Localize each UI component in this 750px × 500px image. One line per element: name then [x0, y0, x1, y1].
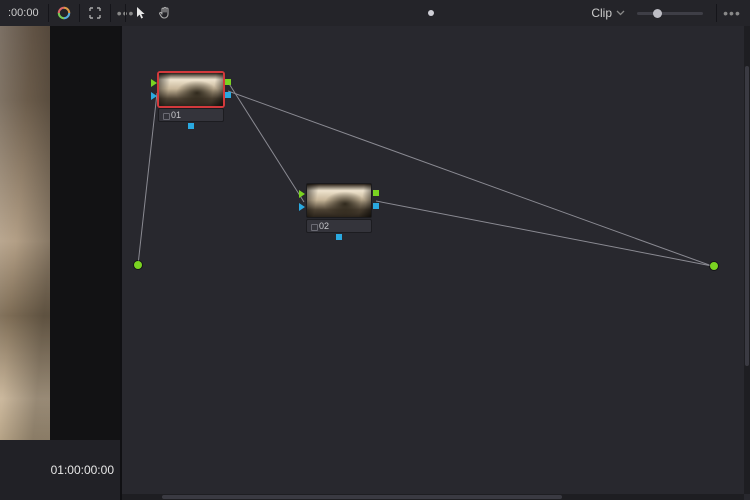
graph-mode-dropdown[interactable]: Clip	[589, 6, 627, 20]
expand-icon	[88, 6, 102, 20]
highlight-button[interactable]	[83, 1, 107, 25]
hand-icon	[158, 6, 172, 20]
zoom-slider-handle[interactable]	[653, 9, 662, 18]
toolbar-right: Clip •••	[589, 0, 750, 26]
node-thumbnail	[158, 72, 224, 107]
node-output-key[interactable]	[373, 203, 379, 209]
graph-more-button[interactable]: •••	[720, 1, 744, 25]
node-output-rgb[interactable]	[373, 190, 379, 196]
node-input-rgb[interactable]	[151, 79, 157, 87]
node-01[interactable]: 01	[158, 72, 224, 122]
zoom-slider[interactable]	[637, 12, 703, 15]
color-wheel-icon	[57, 6, 71, 20]
node-02[interactable]: 02	[306, 183, 372, 233]
separator	[125, 4, 126, 22]
node-bottom-key[interactable]	[188, 123, 194, 129]
chevron-down-icon	[616, 10, 625, 16]
separator	[48, 4, 49, 22]
graph-output-anchor[interactable]	[710, 262, 718, 270]
viewer-panel[interactable]	[0, 26, 122, 440]
node-label[interactable]: 02	[306, 219, 372, 233]
footer-timecode[interactable]: 01:00:00:00	[51, 463, 114, 477]
window-root: :00:00 •••	[0, 0, 750, 500]
image-wipe-button[interactable]	[52, 1, 76, 25]
node-label[interactable]: 01	[158, 108, 224, 122]
node-output-key[interactable]	[225, 92, 231, 98]
node-input-key[interactable]	[299, 203, 305, 211]
graph-mode-label: Clip	[591, 6, 612, 20]
viewer-image	[0, 26, 50, 440]
separator	[110, 4, 111, 22]
toolbar-graph-tools	[122, 0, 177, 26]
top-toolbar: :00:00 •••	[0, 0, 750, 26]
node-graph-canvas[interactable]: 01 02	[122, 26, 750, 500]
scrollbar-thumb[interactable]	[162, 495, 562, 499]
pointer-icon	[135, 6, 147, 20]
toolbar-left: :00:00 •••	[0, 0, 138, 26]
pointer-tool-button[interactable]	[129, 1, 153, 25]
viewer-timecode[interactable]: :00:00	[2, 7, 45, 19]
graph-scrollbar-horizontal[interactable]	[122, 494, 744, 500]
center-dot-icon	[428, 10, 434, 16]
viewer-footer: 01:00:00:00	[0, 440, 122, 500]
graph-scrollbar-vertical[interactable]	[744, 26, 750, 494]
scrollbar-thumb[interactable]	[745, 66, 749, 366]
separator	[79, 4, 80, 22]
node-input-key[interactable]	[151, 92, 157, 100]
more-icon: •••	[723, 10, 741, 16]
graph-input-anchor[interactable]	[134, 261, 142, 269]
node-bottom-key[interactable]	[336, 234, 342, 240]
node-thumbnail	[306, 183, 372, 218]
node-input-rgb[interactable]	[299, 190, 305, 198]
separator	[716, 4, 717, 22]
node-output-rgb[interactable]	[225, 79, 231, 85]
hand-tool-button[interactable]	[153, 1, 177, 25]
